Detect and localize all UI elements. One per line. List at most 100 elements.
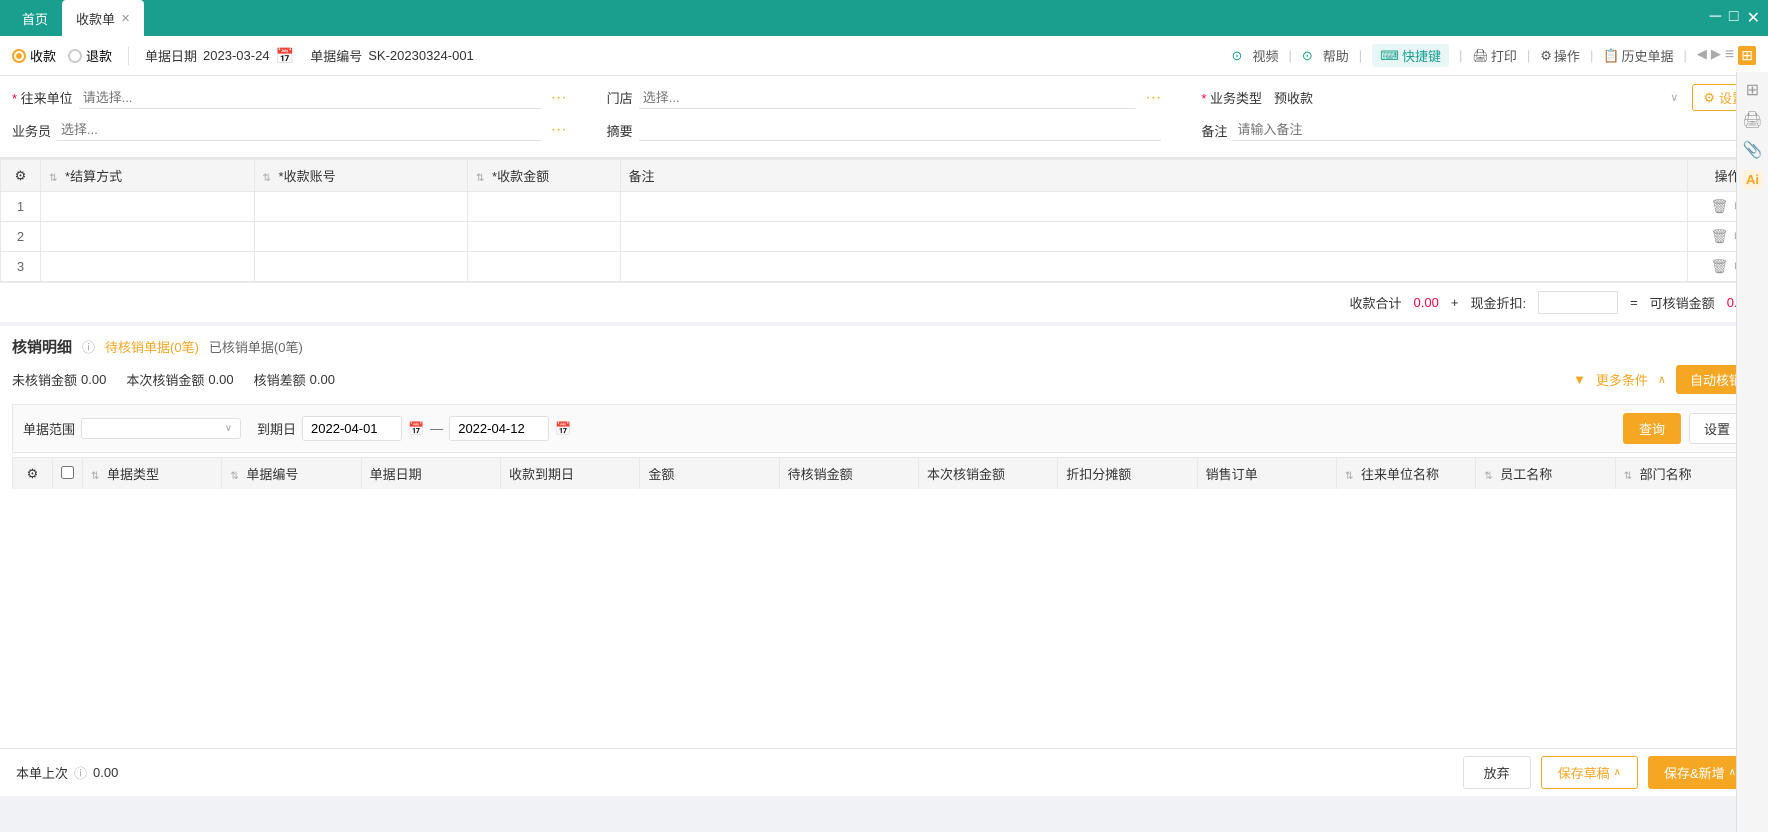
counterparty-input[interactable] [79, 87, 541, 109]
salesman-dots-icon[interactable]: ··· [551, 121, 567, 139]
row-2-account[interactable] [254, 222, 468, 252]
summary-input[interactable] [639, 119, 1162, 141]
store-dots-icon[interactable]: ··· [1145, 89, 1161, 107]
sort-settlement-icon[interactable]: ⇅ [49, 173, 57, 184]
store-label: 门店 [607, 88, 633, 107]
th-account-label: *收款账号 [279, 169, 336, 184]
next-layout-icon[interactable]: ▶ [1711, 46, 1721, 65]
minimize-icon[interactable]: ─ [1710, 8, 1721, 28]
counterparty-dots-icon[interactable]: ··· [551, 89, 567, 107]
row-2-amount[interactable] [468, 222, 621, 252]
business-type-value: 预收款 [1274, 88, 1313, 107]
query-button[interactable]: 查询 [1623, 413, 1681, 444]
bth-gear[interactable]: ⚙ [13, 460, 53, 488]
pending-tab[interactable]: 待核销单据(0笔) [105, 337, 199, 356]
query-range-select[interactable]: ∨ [81, 418, 241, 439]
counterparty-label: 往来单位 [12, 88, 73, 107]
sort-counterparty-icon[interactable]: ⇅ [1345, 471, 1353, 482]
salesman-label: 业务员 [12, 121, 51, 140]
shortcut-btn[interactable]: ⌨ 快捷键 [1372, 44, 1449, 67]
section-info-icon[interactable]: ⓘ [82, 337, 95, 356]
query-date-from-input[interactable] [302, 416, 402, 441]
query-range-field: 单据范围 ∨ [23, 418, 241, 439]
bth-dept: ⇅ 部门名称 [1616, 458, 1755, 489]
bth-checkbox[interactable] [53, 460, 83, 488]
th-remark: 备注 [620, 160, 1688, 192]
bth-discount-label: 折扣分摊额 [1066, 467, 1131, 482]
th-amount-label: *收款金额 [492, 169, 549, 184]
row-2-delete-icon[interactable]: 🗑 [1711, 228, 1729, 245]
grid-layout-icon[interactable]: ⊞ [1738, 46, 1756, 65]
number-value: SK-20230324-001 [368, 48, 474, 63]
operation-btn[interactable]: ⚙ 操作 [1540, 46, 1580, 65]
row-1-settlement[interactable] [41, 192, 255, 222]
abandon-button[interactable]: 放弃 [1463, 756, 1531, 789]
column-gear-icon[interactable]: ⚙ [15, 168, 27, 183]
current-value: 0.00 [208, 372, 233, 387]
query-date-to-input[interactable] [449, 416, 549, 441]
salesman-input[interactable] [57, 119, 541, 141]
row-2-remark[interactable] [620, 222, 1688, 252]
business-type-dropdown-icon[interactable]: ∨ [1670, 91, 1678, 104]
receipt-table: ⚙ ⇅ *结算方式 ⇅ *收款账号 ⇅ *收款金额 备注 [0, 159, 1768, 282]
stats-row: 未核销金额 0.00 本次核销金额 0.00 核销差额 0.00 ▼ 更多条件 … [12, 365, 1756, 394]
print-btn[interactable]: 🖨 打印 [1472, 46, 1517, 65]
bth-employee: ⇅ 员工名称 [1476, 458, 1615, 489]
sort-doc-number-icon[interactable]: ⇅ [230, 471, 238, 482]
row-1-account[interactable] [254, 192, 468, 222]
radio-receipt[interactable]: 收款 [12, 46, 56, 65]
sort-account-icon[interactable]: ⇅ [263, 173, 271, 184]
help-btn[interactable]: 帮助 [1323, 46, 1349, 65]
date-calendar-to-icon[interactable]: 📅 [555, 421, 571, 437]
video-btn[interactable]: 视频 [1252, 46, 1278, 65]
row-3-account[interactable] [254, 252, 468, 282]
save-draft-label: 保存草稿 [1558, 763, 1610, 782]
bth-counterparty-label: 往来单位名称 [1361, 467, 1439, 482]
form-row-2: 业务员 ··· 摘要 备注 [12, 119, 1756, 141]
row-3-settlement[interactable] [41, 252, 255, 282]
shortcut-icon: ⌨ [1380, 48, 1399, 64]
row-1-remark[interactable] [620, 192, 1688, 222]
sort-dept-icon[interactable]: ⇅ [1624, 471, 1632, 482]
list-layout-icon[interactable]: ≡ [1725, 46, 1734, 65]
sidebar-attach-icon[interactable]: 📎 [1743, 140, 1763, 160]
history-btn[interactable]: 📋 历史单据 [1603, 46, 1673, 65]
date-calendar-icon[interactable]: 📅 [276, 47, 295, 65]
filter-label[interactable]: 更多条件 [1596, 370, 1648, 389]
sidebar-ai-icon[interactable]: Ai [1742, 170, 1763, 189]
sort-doc-type-icon[interactable]: ⇅ [91, 471, 99, 482]
bth-doc-type-label: 单据类型 [107, 467, 159, 482]
sidebar-table-icon[interactable]: ⊞ [1746, 80, 1759, 100]
row-1-amount[interactable] [468, 192, 621, 222]
right-sidebar: ⊞ 🖨 📎 Ai [1736, 72, 1768, 832]
prev-layout-icon[interactable]: ◀ [1697, 46, 1707, 65]
close-icon[interactable]: ✕ [1747, 8, 1760, 28]
filter-icon[interactable]: ▼ [1573, 372, 1586, 387]
tab-receipt-close-icon[interactable]: ✕ [121, 12, 130, 25]
tab-receipt[interactable]: 收款单 ✕ [62, 0, 144, 36]
date-calendar-from-icon[interactable]: 📅 [408, 421, 424, 437]
row-3-remark[interactable] [620, 252, 1688, 282]
verifiable-label: 可核销金额 [1650, 293, 1715, 312]
tab-home[interactable]: 首页 [8, 0, 62, 36]
sidebar-print-icon[interactable]: 🖨 [1742, 110, 1762, 130]
row-2-settlement[interactable] [41, 222, 255, 252]
th-settlement-label: *结算方式 [65, 169, 122, 184]
sort-employee-icon[interactable]: ⇅ [1484, 471, 1492, 482]
radio-refund[interactable]: 退款 [68, 46, 112, 65]
store-input[interactable] [639, 87, 1136, 109]
footer-info-icon[interactable]: ⓘ [74, 763, 87, 782]
remark-input[interactable] [1233, 119, 1756, 141]
row-3-delete-icon[interactable]: 🗑 [1711, 258, 1729, 275]
th-gear[interactable]: ⚙ [1, 160, 41, 192]
discount-input[interactable] [1538, 291, 1618, 314]
sort-amount-icon[interactable]: ⇅ [476, 173, 484, 184]
maximize-icon[interactable]: □ [1729, 8, 1739, 28]
toolbar-row: 收款 退款 单据日期 2023-03-24 📅 单据编号 SK-20230324… [0, 36, 1768, 76]
save-draft-button[interactable]: 保存草稿 ∧ [1541, 756, 1638, 789]
select-all-checkbox[interactable] [61, 466, 74, 479]
row-3-amount[interactable] [468, 252, 621, 282]
row-1-delete-icon[interactable]: 🗑 [1711, 198, 1729, 215]
verified-tab[interactable]: 已核销单据(0笔) [209, 337, 303, 356]
bth-current-amount-label: 本次核销金额 [927, 467, 1005, 482]
